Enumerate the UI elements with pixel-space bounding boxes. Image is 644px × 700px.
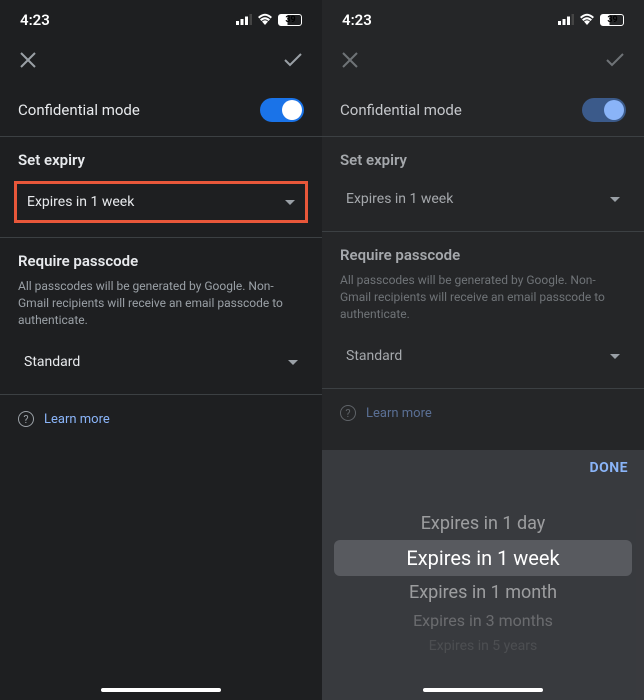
- learn-more-link[interactable]: ? Learn more: [0, 395, 322, 443]
- confidential-mode-row: Confidential mode: [0, 84, 322, 136]
- expiry-dropdown[interactable]: Expires in 1 week: [14, 181, 308, 223]
- confirm-icon[interactable]: [604, 49, 626, 75]
- passcode-description: All passcodes will be generated by Googl…: [322, 272, 644, 334]
- set-expiry-title: Set expiry: [0, 137, 322, 177]
- passcode-dropdown[interactable]: Standard: [336, 338, 630, 374]
- help-icon: ?: [340, 405, 356, 421]
- screen-right: 4:23 39 Confidential mode Set expiry Exp: [322, 0, 644, 700]
- learn-more-label: Learn more: [44, 412, 110, 427]
- wifi-icon: [579, 11, 595, 29]
- learn-more-label: Learn more: [366, 406, 432, 421]
- expiry-picker[interactable]: Expires in 1 day Expires in 1 week Expir…: [322, 486, 644, 700]
- home-indicator[interactable]: [423, 688, 543, 692]
- confirm-icon[interactable]: [282, 49, 304, 75]
- expiry-section: Set expiry Expires in 1 week: [0, 137, 322, 237]
- learn-more-link[interactable]: ? Learn more: [322, 389, 644, 437]
- confidential-mode-row: Confidential mode: [322, 84, 644, 136]
- picker-item-selected[interactable]: Expires in 1 week: [334, 540, 632, 576]
- status-icons: 39: [558, 11, 624, 29]
- set-expiry-title: Set expiry: [322, 137, 644, 177]
- picker-item[interactable]: Expires in 1 month: [322, 578, 644, 607]
- screen-left: 4:23 39 Confidential mode Set expiry Exp: [0, 0, 322, 700]
- expiry-value: Expires in 1 week: [346, 191, 453, 207]
- require-passcode-title: Require passcode: [0, 238, 322, 278]
- signal-icon: [558, 11, 574, 29]
- require-passcode-title: Require passcode: [322, 232, 644, 272]
- passcode-description: All passcodes will be generated by Googl…: [0, 278, 322, 340]
- chevron-down-icon: [288, 360, 298, 365]
- picker-overlay: DONE Expires in 1 day Expires in 1 week …: [322, 450, 644, 700]
- chevron-down-icon: [285, 200, 295, 205]
- chevron-down-icon: [610, 354, 620, 359]
- passcode-dropdown[interactable]: Standard: [14, 344, 308, 380]
- close-icon[interactable]: [340, 50, 360, 74]
- picker-item[interactable]: Expires in 1 day: [322, 509, 644, 538]
- picker-item[interactable]: Expires in 5 years: [322, 634, 644, 658]
- passcode-section: Require passcode All passcodes will be g…: [322, 232, 644, 388]
- status-icons: 39: [236, 11, 302, 29]
- passcode-value: Standard: [24, 354, 80, 370]
- picker-header: DONE: [322, 450, 644, 486]
- expiry-dropdown[interactable]: Expires in 1 week: [336, 181, 630, 217]
- confidential-mode-label: Confidential mode: [18, 101, 140, 119]
- close-icon[interactable]: [18, 50, 38, 74]
- confidential-mode-label: Confidential mode: [340, 101, 462, 119]
- battery-icon: 39: [278, 14, 302, 26]
- signal-icon: [236, 11, 252, 29]
- confidential-mode-toggle[interactable]: [260, 98, 304, 122]
- passcode-value: Standard: [346, 348, 402, 364]
- status-bar: 4:23 39: [322, 0, 644, 40]
- confidential-mode-toggle[interactable]: [582, 98, 626, 122]
- help-icon: ?: [18, 411, 34, 427]
- expiry-section: Set expiry Expires in 1 week: [322, 137, 644, 231]
- home-indicator[interactable]: [101, 688, 221, 692]
- expiry-value: Expires in 1 week: [27, 194, 134, 210]
- battery-icon: 39: [600, 14, 624, 26]
- picker-item[interactable]: Expires in 3 months: [322, 607, 644, 634]
- done-button[interactable]: DONE: [589, 460, 628, 476]
- status-time: 4:23: [342, 11, 372, 29]
- status-bar: 4:23 39: [0, 0, 322, 40]
- passcode-section: Require passcode All passcodes will be g…: [0, 238, 322, 394]
- status-time: 4:23: [20, 11, 50, 29]
- header: [322, 40, 644, 84]
- header: [0, 40, 322, 84]
- wifi-icon: [257, 11, 273, 29]
- chevron-down-icon: [610, 197, 620, 202]
